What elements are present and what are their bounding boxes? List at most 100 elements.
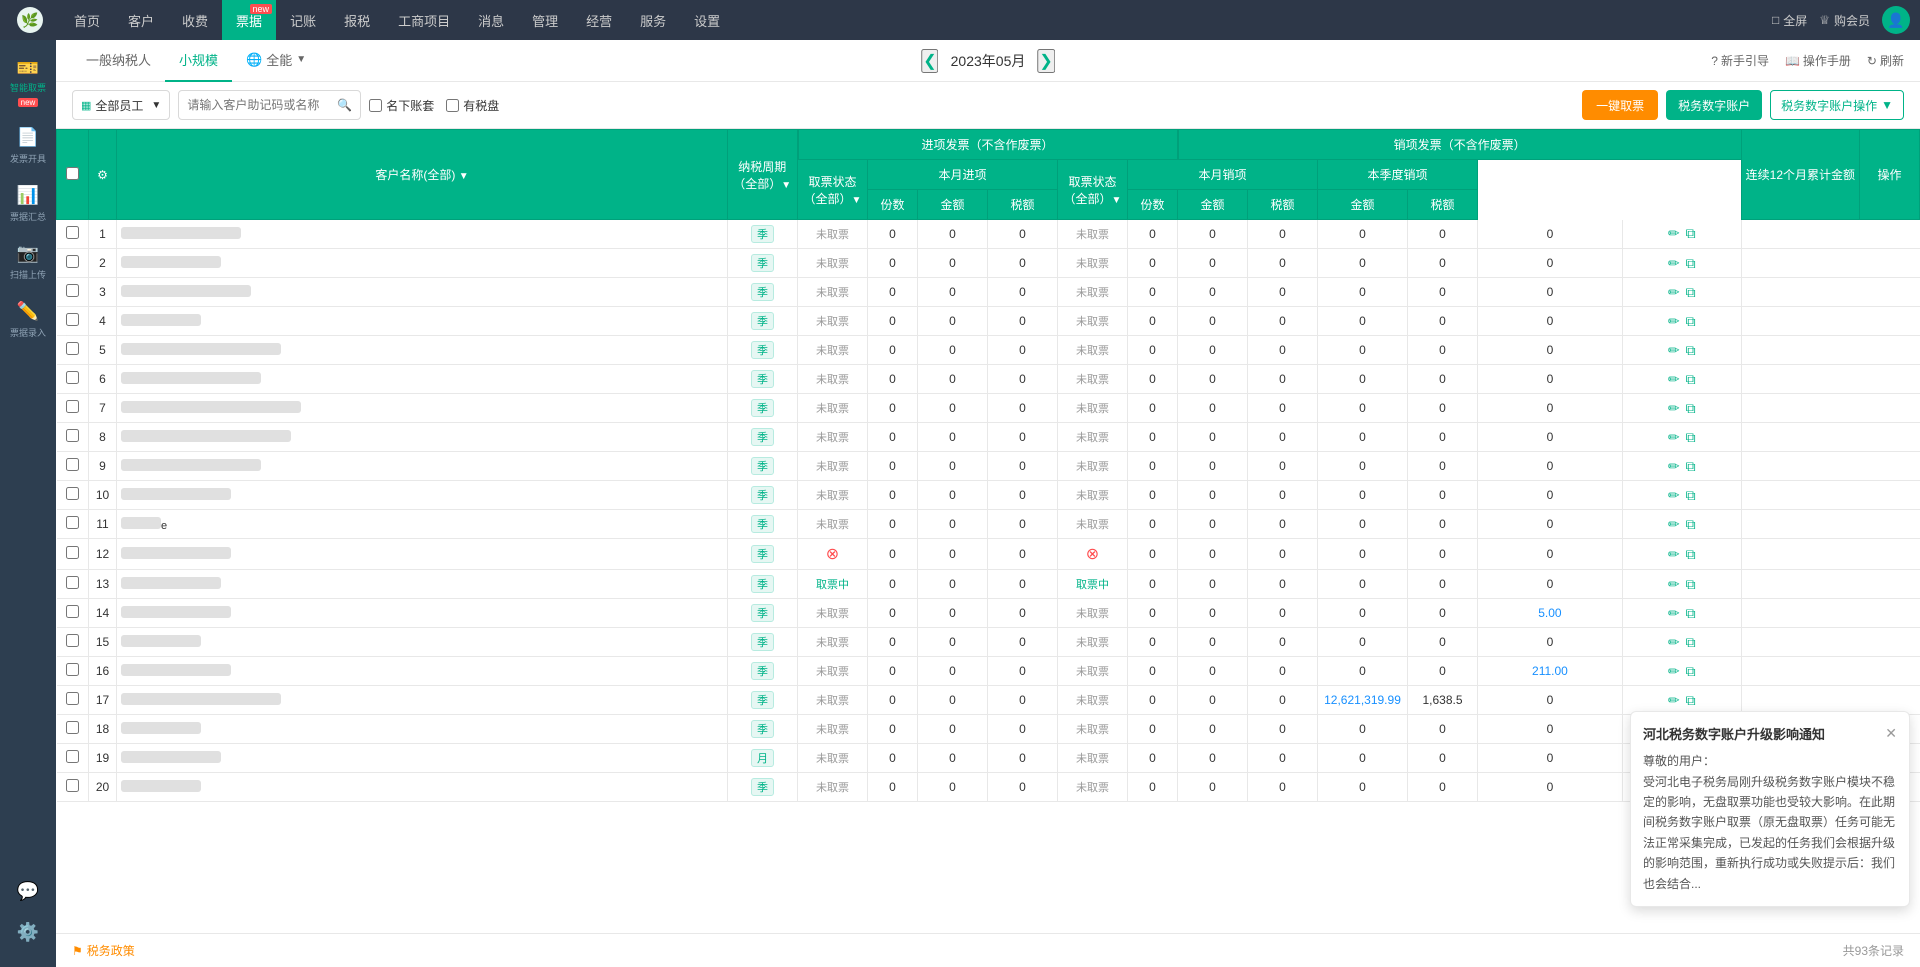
row-checkbox[interactable] bbox=[66, 779, 79, 792]
row-checkbox[interactable] bbox=[66, 487, 79, 500]
edit-button[interactable]: ✏ bbox=[1668, 284, 1680, 301]
nav-tax[interactable]: 报税 bbox=[330, 0, 384, 40]
row-checkbox[interactable] bbox=[66, 284, 79, 297]
checkbox-taxdisk[interactable]: 有税盘 bbox=[446, 97, 499, 114]
copy-button[interactable]: ⧉ bbox=[1686, 634, 1696, 651]
edit-button[interactable]: ✏ bbox=[1668, 342, 1680, 359]
tax-digital-account-ops-button[interactable]: 税务数字账户操作 ▼ bbox=[1770, 90, 1904, 120]
copy-button[interactable]: ⧉ bbox=[1686, 516, 1696, 533]
row-checkbox[interactable] bbox=[66, 546, 79, 559]
taxdisk-checkbox[interactable] bbox=[446, 99, 459, 112]
copy-button[interactable]: ⧉ bbox=[1686, 255, 1696, 272]
edit-button[interactable]: ✏ bbox=[1668, 487, 1680, 504]
nav-manage[interactable]: 管理 bbox=[518, 0, 572, 40]
copy-button[interactable]: ⧉ bbox=[1686, 692, 1696, 709]
checkbox-subledger[interactable]: 名下账套 bbox=[369, 97, 434, 114]
date-prev-button[interactable]: ❮ bbox=[921, 49, 938, 73]
copy-button[interactable]: ⧉ bbox=[1686, 342, 1696, 359]
subledger-checkbox[interactable] bbox=[369, 99, 382, 112]
edit-button[interactable]: ✏ bbox=[1668, 255, 1680, 272]
edit-button[interactable]: ✏ bbox=[1668, 225, 1680, 242]
cumulative-value[interactable]: 5.00 bbox=[1538, 606, 1561, 620]
nav-home[interactable]: 首页 bbox=[60, 0, 114, 40]
new-guide-link[interactable]: ? 新手引导 bbox=[1711, 52, 1769, 69]
sidebar-item-smart-ticket[interactable]: 🎫 智能取票 new bbox=[3, 50, 53, 115]
notification-close-button[interactable]: ✕ bbox=[1885, 725, 1897, 742]
sidebar-item-issue[interactable]: 📄 发票开具 bbox=[3, 119, 53, 173]
vip-button[interactable]: ♕ 购会员 bbox=[1819, 12, 1870, 29]
row-checkbox[interactable] bbox=[66, 605, 79, 618]
tab-small-scale[interactable]: 小规模 bbox=[165, 40, 232, 82]
copy-button[interactable]: ⧉ bbox=[1686, 400, 1696, 417]
nav-operation[interactable]: 经营 bbox=[572, 0, 626, 40]
row-checkbox[interactable] bbox=[66, 663, 79, 676]
copy-button[interactable]: ⧉ bbox=[1686, 458, 1696, 475]
edit-button[interactable]: ✏ bbox=[1668, 458, 1680, 475]
copy-button[interactable]: ⧉ bbox=[1686, 225, 1696, 242]
copy-button[interactable]: ⧉ bbox=[1686, 487, 1696, 504]
employee-select[interactable]: ▦ 全部员工 ▼ bbox=[72, 90, 170, 120]
edit-button[interactable]: ✏ bbox=[1668, 429, 1680, 446]
select-all-checkbox[interactable] bbox=[66, 167, 79, 180]
one-click-ticket-button[interactable]: 一键取票 bbox=[1582, 90, 1658, 120]
sidebar-bottom-message[interactable]: 💬 bbox=[3, 873, 53, 910]
edit-button[interactable]: ✏ bbox=[1668, 663, 1680, 680]
edit-button[interactable]: ✏ bbox=[1668, 605, 1680, 622]
tax-policy-link[interactable]: ⚑ 税务政策 bbox=[72, 942, 135, 959]
refresh-link[interactable]: ↻ 刷新 bbox=[1867, 52, 1904, 69]
nav-service[interactable]: 服务 bbox=[626, 0, 680, 40]
tab-all[interactable]: 🌐 全能 ▼ bbox=[232, 40, 320, 82]
date-next-button[interactable]: ❯ bbox=[1037, 49, 1054, 73]
edit-button[interactable]: ✏ bbox=[1668, 516, 1680, 533]
fullscreen-button[interactable]: □ 全屏 bbox=[1772, 12, 1807, 29]
copy-button[interactable]: ⧉ bbox=[1686, 284, 1696, 301]
search-icon[interactable]: 🔍 bbox=[337, 98, 352, 112]
copy-button[interactable]: ⧉ bbox=[1686, 663, 1696, 680]
nav-bookkeeping[interactable]: 记账 bbox=[276, 0, 330, 40]
edit-button[interactable]: ✏ bbox=[1668, 634, 1680, 651]
row-checkbox[interactable] bbox=[66, 721, 79, 734]
copy-button[interactable]: ⧉ bbox=[1686, 605, 1696, 622]
nav-customer[interactable]: 客户 bbox=[114, 0, 168, 40]
row-checkbox[interactable] bbox=[66, 692, 79, 705]
edit-button[interactable]: ✏ bbox=[1668, 576, 1680, 593]
copy-button[interactable]: ⧉ bbox=[1686, 371, 1696, 388]
search-input[interactable] bbox=[187, 98, 337, 112]
copy-button[interactable]: ⧉ bbox=[1686, 576, 1696, 593]
edit-button[interactable]: ✏ bbox=[1668, 692, 1680, 709]
tax-digital-account-button[interactable]: 税务数字账户 bbox=[1666, 90, 1762, 120]
nav-business[interactable]: 工商项目 bbox=[384, 0, 464, 40]
nav-settings[interactable]: 设置 bbox=[680, 0, 734, 40]
tab-general-taxpayer[interactable]: 一般纳税人 bbox=[72, 40, 165, 82]
edit-button[interactable]: ✏ bbox=[1668, 546, 1680, 563]
copy-button[interactable]: ⧉ bbox=[1686, 546, 1696, 563]
row-checkbox[interactable] bbox=[66, 458, 79, 471]
copy-button[interactable]: ⧉ bbox=[1686, 429, 1696, 446]
user-avatar[interactable]: 👤 bbox=[1882, 6, 1910, 34]
manual-link[interactable]: 📖 操作手册 bbox=[1785, 52, 1851, 69]
edit-button[interactable]: ✏ bbox=[1668, 400, 1680, 417]
row-checkbox[interactable] bbox=[66, 226, 79, 239]
row-checkbox[interactable] bbox=[66, 371, 79, 384]
sidebar-item-scan[interactable]: 📷 扫描上传 bbox=[3, 235, 53, 289]
row-checkbox[interactable] bbox=[66, 342, 79, 355]
copy-button[interactable]: ⧉ bbox=[1686, 313, 1696, 330]
sidebar-item-summary[interactable]: 📊 票据汇总 bbox=[3, 177, 53, 231]
row-checkbox[interactable] bbox=[66, 400, 79, 413]
row-checkbox[interactable] bbox=[66, 429, 79, 442]
sidebar-item-entry[interactable]: ✏️ 票据录入 bbox=[3, 293, 53, 347]
edit-button[interactable]: ✏ bbox=[1668, 313, 1680, 330]
nav-message[interactable]: 消息 bbox=[464, 0, 518, 40]
row-checkbox[interactable] bbox=[66, 516, 79, 529]
row-checkbox[interactable] bbox=[66, 576, 79, 589]
row-checkbox[interactable] bbox=[66, 634, 79, 647]
row-checkbox[interactable] bbox=[66, 313, 79, 326]
cumulative-value[interactable]: 211.00 bbox=[1532, 664, 1568, 678]
nav-ticket[interactable]: 票据 new bbox=[222, 0, 276, 40]
row-checkbox[interactable] bbox=[66, 255, 79, 268]
app-logo[interactable]: 🌿 bbox=[10, 0, 50, 40]
nav-fee[interactable]: 收费 bbox=[168, 0, 222, 40]
edit-button[interactable]: ✏ bbox=[1668, 371, 1680, 388]
sidebar-bottom-settings[interactable]: ⚙️ bbox=[3, 914, 53, 951]
row-checkbox[interactable] bbox=[66, 750, 79, 763]
